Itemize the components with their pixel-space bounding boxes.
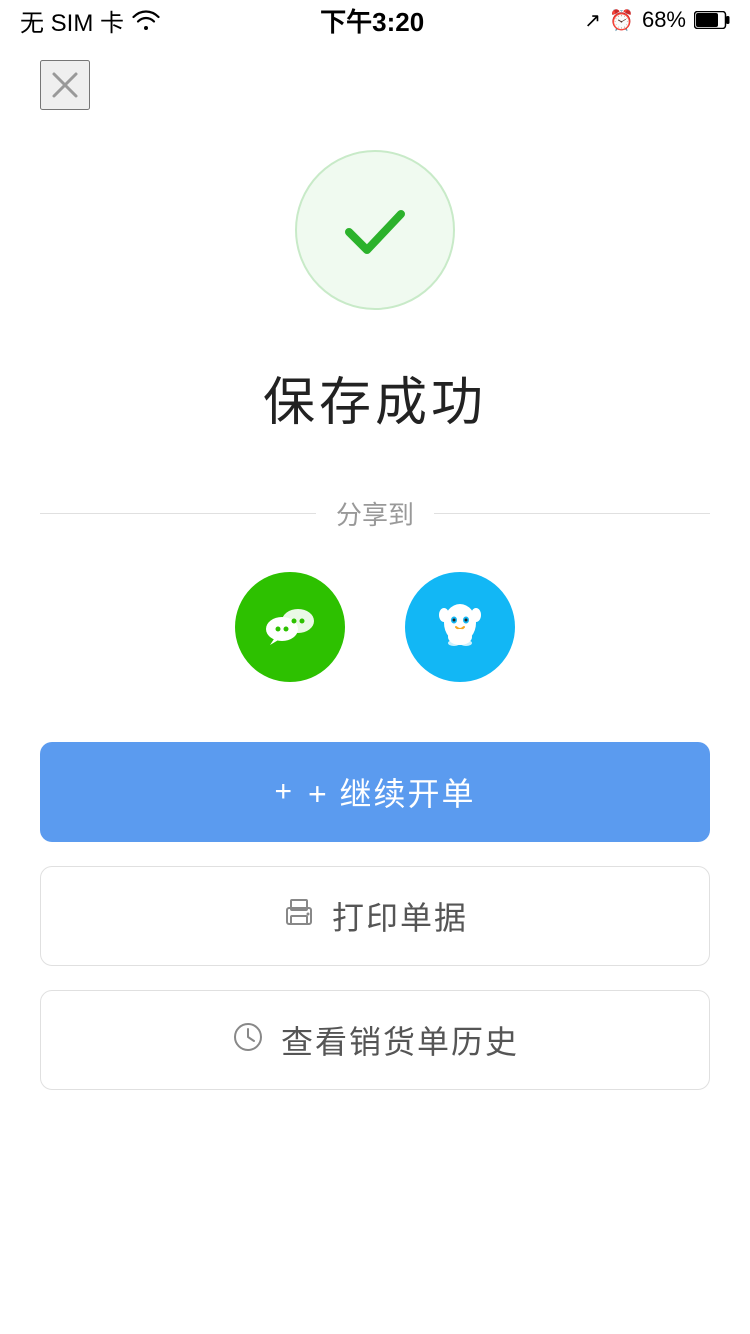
wechat-share-button[interactable] xyxy=(235,572,345,682)
plus-icon: + xyxy=(274,777,292,807)
divider-right xyxy=(434,513,710,514)
share-section: 分享到 xyxy=(40,495,710,682)
print-icon xyxy=(282,896,316,936)
battery-percent: 68% xyxy=(642,7,686,33)
history-icon xyxy=(231,1020,265,1060)
wifi-icon xyxy=(132,10,160,30)
status-time: 下午3:20 xyxy=(320,2,424,39)
close-icon xyxy=(48,68,82,102)
share-icons xyxy=(40,572,710,682)
location-icon: ↗ xyxy=(584,8,601,33)
continue-button[interactable]: + + 继续开单 xyxy=(40,742,710,842)
qq-icon xyxy=(428,595,492,659)
alarm-icon: ⏰ xyxy=(609,8,634,33)
battery-icon xyxy=(694,11,730,29)
wechat-icon xyxy=(258,595,322,659)
status-left: 无 SIM 卡 xyxy=(20,3,160,38)
share-divider: 分享到 xyxy=(40,495,710,532)
history-button[interactable]: 查看销货单历史 xyxy=(40,990,710,1090)
action-buttons: + + 继续开单 打印单据 查看销货单历 xyxy=(40,742,710,1090)
status-bar: 无 SIM 卡 下午3:20 ↗ ⏰ 68% xyxy=(0,0,750,40)
status-right: ↗ ⏰ 68% xyxy=(584,7,730,33)
success-title: 保存成功 xyxy=(263,360,487,435)
close-button[interactable] xyxy=(40,60,90,110)
checkmark-icon xyxy=(335,190,415,270)
continue-label: + 继续开单 xyxy=(308,769,476,815)
success-circle xyxy=(295,150,455,310)
print-label: 打印单据 xyxy=(332,893,468,939)
divider-left xyxy=(40,513,316,514)
history-label: 查看销货单历史 xyxy=(281,1017,519,1063)
print-button[interactable]: 打印单据 xyxy=(40,866,710,966)
share-label: 分享到 xyxy=(336,495,414,532)
main-content: 保存成功 分享到 xyxy=(0,40,750,1150)
qq-share-button[interactable] xyxy=(405,572,515,682)
sim-status: 无 SIM 卡 xyxy=(20,3,124,38)
